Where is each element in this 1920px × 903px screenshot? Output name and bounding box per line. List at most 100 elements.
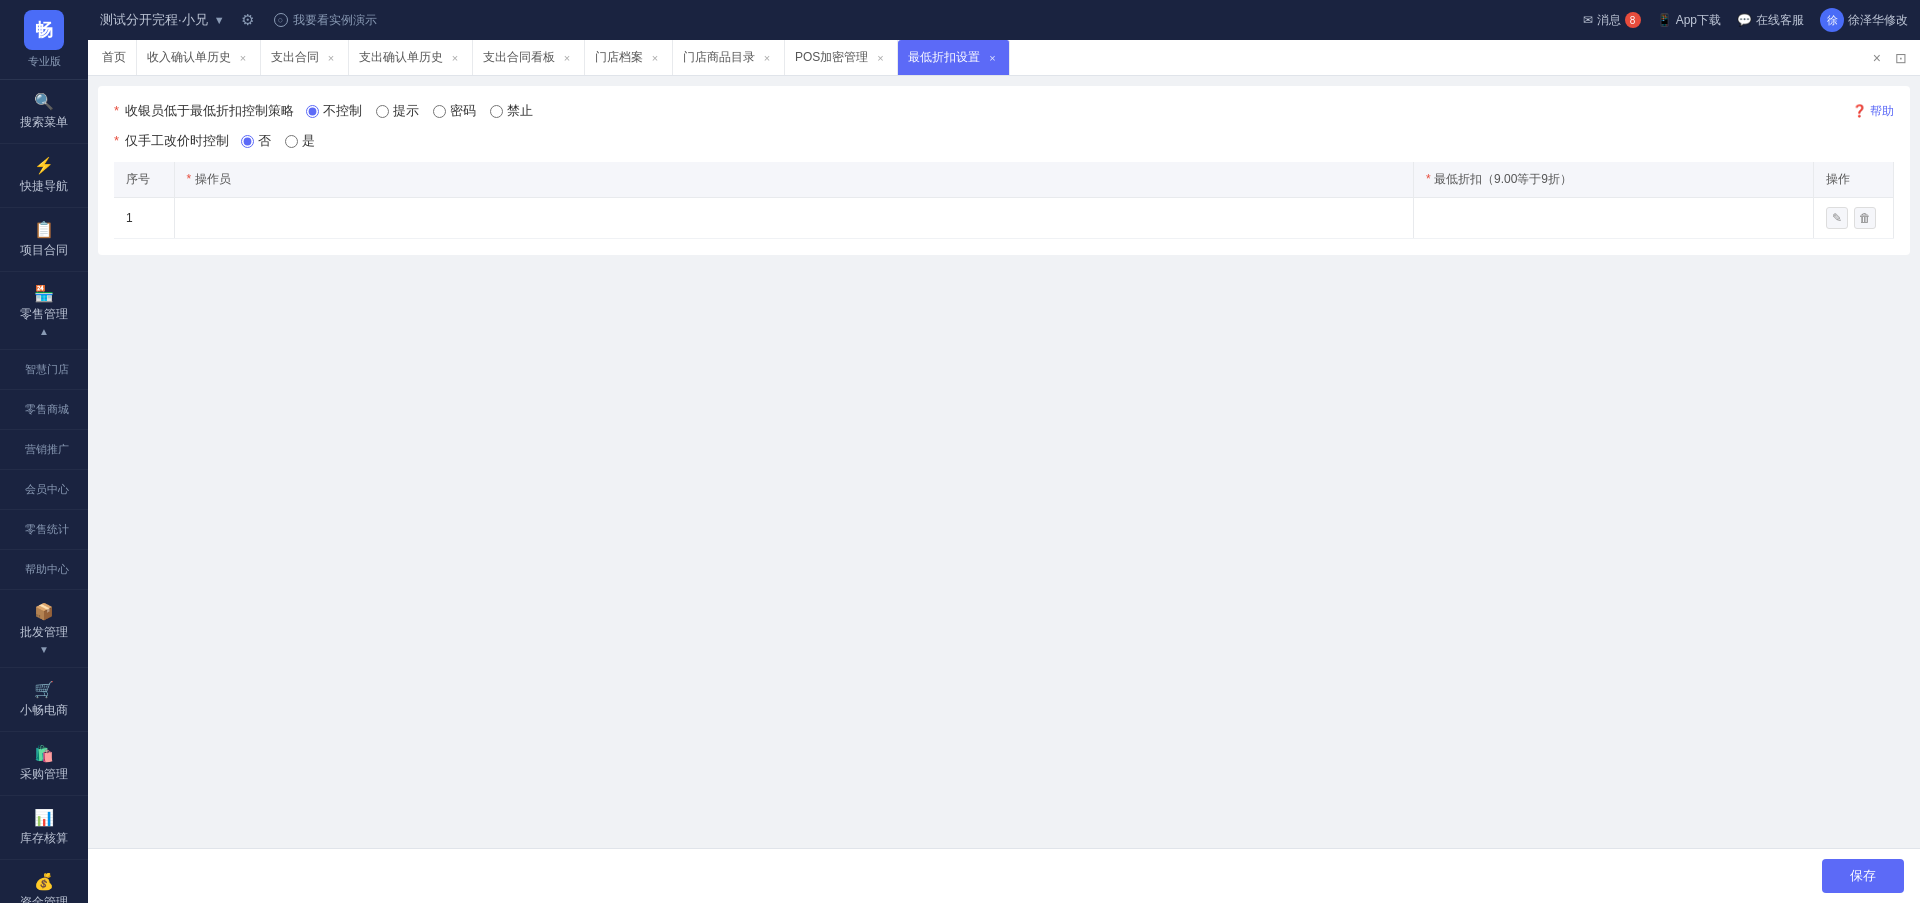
- sidebar-item-finance[interactable]: 💰 资金管理: [0, 860, 88, 903]
- tab-home[interactable]: 首页: [92, 40, 137, 75]
- cell-seq: 1: [114, 198, 174, 239]
- radio-remind[interactable]: [376, 105, 389, 118]
- sidebar-item-batch[interactable]: 📦 批发管理 ▼: [0, 590, 88, 668]
- radio-no[interactable]: [241, 135, 254, 148]
- tab-payment-contract[interactable]: 支出合同 ×: [261, 40, 349, 75]
- close-icon[interactable]: ×: [560, 51, 574, 65]
- help-button[interactable]: ❓ 帮助: [1852, 103, 1894, 120]
- demo-button[interactable]: ○ 我要看实例演示: [274, 12, 377, 29]
- sidebar-item-member[interactable]: 会员中心: [0, 470, 88, 510]
- close-icon[interactable]: ×: [760, 51, 774, 65]
- sidebar-item-inventory[interactable]: 📊 库存核算: [0, 796, 88, 860]
- sidebar-item-label: 帮助中心: [25, 562, 69, 577]
- sidebar-item-shortcut[interactable]: ⚡ 快捷导航: [0, 144, 88, 208]
- radio-yes[interactable]: [285, 135, 298, 148]
- sidebar-item-retail-stats[interactable]: 零售统计: [0, 510, 88, 550]
- tab-store-product[interactable]: 门店商品目录 ×: [673, 40, 785, 75]
- logo-sub: 专业版: [8, 54, 80, 69]
- sidebar-item-help[interactable]: 帮助中心: [0, 550, 88, 590]
- purchase-icon: 🛍️: [34, 744, 54, 763]
- sidebar-item-purchase[interactable]: 🛍️ 采购管理: [0, 732, 88, 796]
- sidebar-item-ecommerce[interactable]: 🛒 小畅电商: [0, 668, 88, 732]
- messages-button[interactable]: ✉ 消息 8: [1583, 12, 1641, 29]
- download-icon: 📱: [1657, 13, 1672, 27]
- col-header-operator: * 操作员: [174, 162, 1414, 198]
- sidebar-item-retail[interactable]: 🏪 零售管理 ▲: [0, 272, 88, 350]
- retail-icon: 🏪: [34, 284, 54, 303]
- tab-payment-board[interactable]: 支出合同看板 ×: [473, 40, 585, 75]
- col-header-seq: 序号: [114, 162, 174, 198]
- delete-icon[interactable]: 🗑: [1854, 207, 1876, 229]
- sidebar-item-search[interactable]: 🔍 搜索菜单: [0, 80, 88, 144]
- sidebar-item-project[interactable]: 📋 项目合同: [0, 208, 88, 272]
- settings-gear-icon[interactable]: ⚙: [241, 11, 254, 29]
- close-tab-button[interactable]: ×: [1868, 47, 1886, 69]
- option-label: 提示: [393, 102, 419, 120]
- sidebar-item-label: 营销推广: [25, 442, 69, 457]
- close-icon[interactable]: ×: [236, 51, 250, 65]
- close-icon[interactable]: ×: [873, 51, 887, 65]
- radio-no-control[interactable]: [306, 105, 319, 118]
- sidebar-item-retail-mall[interactable]: 零售商城: [0, 390, 88, 430]
- avatar: 徐: [1820, 8, 1844, 32]
- sidebar-item-marketing[interactable]: 营销推广: [0, 430, 88, 470]
- tab-min-discount[interactable]: 最低折扣设置 ×: [898, 40, 1010, 75]
- discount-table: 序号 * 操作员 * 最低折扣（9.00等于9折） 操作: [114, 162, 1894, 239]
- option-label: 禁止: [507, 102, 533, 120]
- tabs-bar: 首页 收入确认单历史 × 支出合同 × 支出确认单历史 × 支出合同看板 × 门…: [88, 40, 1920, 76]
- expand-tab-button[interactable]: ⊡: [1890, 47, 1912, 69]
- row-action-icons: ✎ 🗑: [1826, 207, 1881, 229]
- sidebar-item-label: 零售统计: [25, 522, 69, 537]
- required-mark: *: [114, 103, 119, 118]
- sidebar-item-label: 小畅电商: [20, 702, 68, 719]
- control-options-group: 不控制 提示 密码 禁止: [306, 102, 533, 120]
- option-yes[interactable]: 是: [285, 132, 315, 150]
- save-button[interactable]: 保存: [1822, 859, 1904, 893]
- close-icon[interactable]: ×: [648, 51, 662, 65]
- discount-table-wrapper: 序号 * 操作员 * 最低折扣（9.00等于9折） 操作: [114, 162, 1894, 239]
- project-selector[interactable]: 测试分开完程·小兄 ▼: [100, 11, 225, 29]
- close-icon[interactable]: ×: [985, 51, 999, 65]
- content-area: * 收银员低于最低折扣控制策略 不控制 提示 密码: [88, 76, 1920, 848]
- radio-password[interactable]: [433, 105, 446, 118]
- tab-label: 支出合同: [271, 49, 319, 66]
- tab-label: 支出确认单历史: [359, 49, 443, 66]
- tab-store-file[interactable]: 门店档案 ×: [585, 40, 673, 75]
- tab-label: 最低折扣设置: [908, 49, 980, 66]
- manual-price-row: * 仅手工改价时控制 否 是: [114, 132, 1894, 150]
- sidebar-item-label: 会员中心: [25, 482, 69, 497]
- tab-pos-password[interactable]: POS加密管理 ×: [785, 40, 898, 75]
- sidebar-item-label: 零售商城: [25, 402, 69, 417]
- messages-label: 消息: [1597, 12, 1621, 29]
- option-label: 否: [258, 132, 271, 150]
- table-header-row: 序号 * 操作员 * 最低折扣（9.00等于9折） 操作: [114, 162, 1894, 198]
- table-row: 1 ✎ 🗑: [114, 198, 1894, 239]
- project-name: 测试分开完程·小兄: [100, 11, 208, 29]
- logo-icon: 畅: [24, 10, 64, 50]
- app-download-label: App下载: [1676, 12, 1721, 29]
- user-profile-button[interactable]: 徐 徐泽华修改: [1820, 8, 1908, 32]
- tab-label: 首页: [102, 49, 126, 66]
- demo-icon: ○: [274, 13, 288, 27]
- radio-forbid[interactable]: [490, 105, 503, 118]
- cell-operator: [174, 198, 1414, 239]
- close-icon[interactable]: ×: [324, 51, 338, 65]
- required-mark: *: [1426, 172, 1431, 186]
- option-password[interactable]: 密码: [433, 102, 476, 120]
- option-remind[interactable]: 提示: [376, 102, 419, 120]
- edit-icon[interactable]: ✎: [1826, 207, 1848, 229]
- online-service-button[interactable]: 💬 在线客服: [1737, 12, 1804, 29]
- tab-income-history[interactable]: 收入确认单历史 ×: [137, 40, 261, 75]
- option-no-control[interactable]: 不控制: [306, 102, 362, 120]
- option-forbid[interactable]: 禁止: [490, 102, 533, 120]
- app-download-button[interactable]: 📱 App下载: [1657, 12, 1721, 29]
- option-no[interactable]: 否: [241, 132, 271, 150]
- close-icon[interactable]: ×: [448, 51, 462, 65]
- save-bar: 保存: [88, 848, 1920, 903]
- inventory-icon: 📊: [34, 808, 54, 827]
- tab-payment-confirm-history[interactable]: 支出确认单历史 ×: [349, 40, 473, 75]
- topbar-right: ✉ 消息 8 📱 App下载 💬 在线客服 徐 徐泽华修改: [1583, 8, 1908, 32]
- sidebar-item-smart-store[interactable]: 智慧门店: [0, 350, 88, 390]
- tabs-actions: × ⊡: [1868, 47, 1916, 69]
- shortcut-icon: ⚡: [34, 156, 54, 175]
